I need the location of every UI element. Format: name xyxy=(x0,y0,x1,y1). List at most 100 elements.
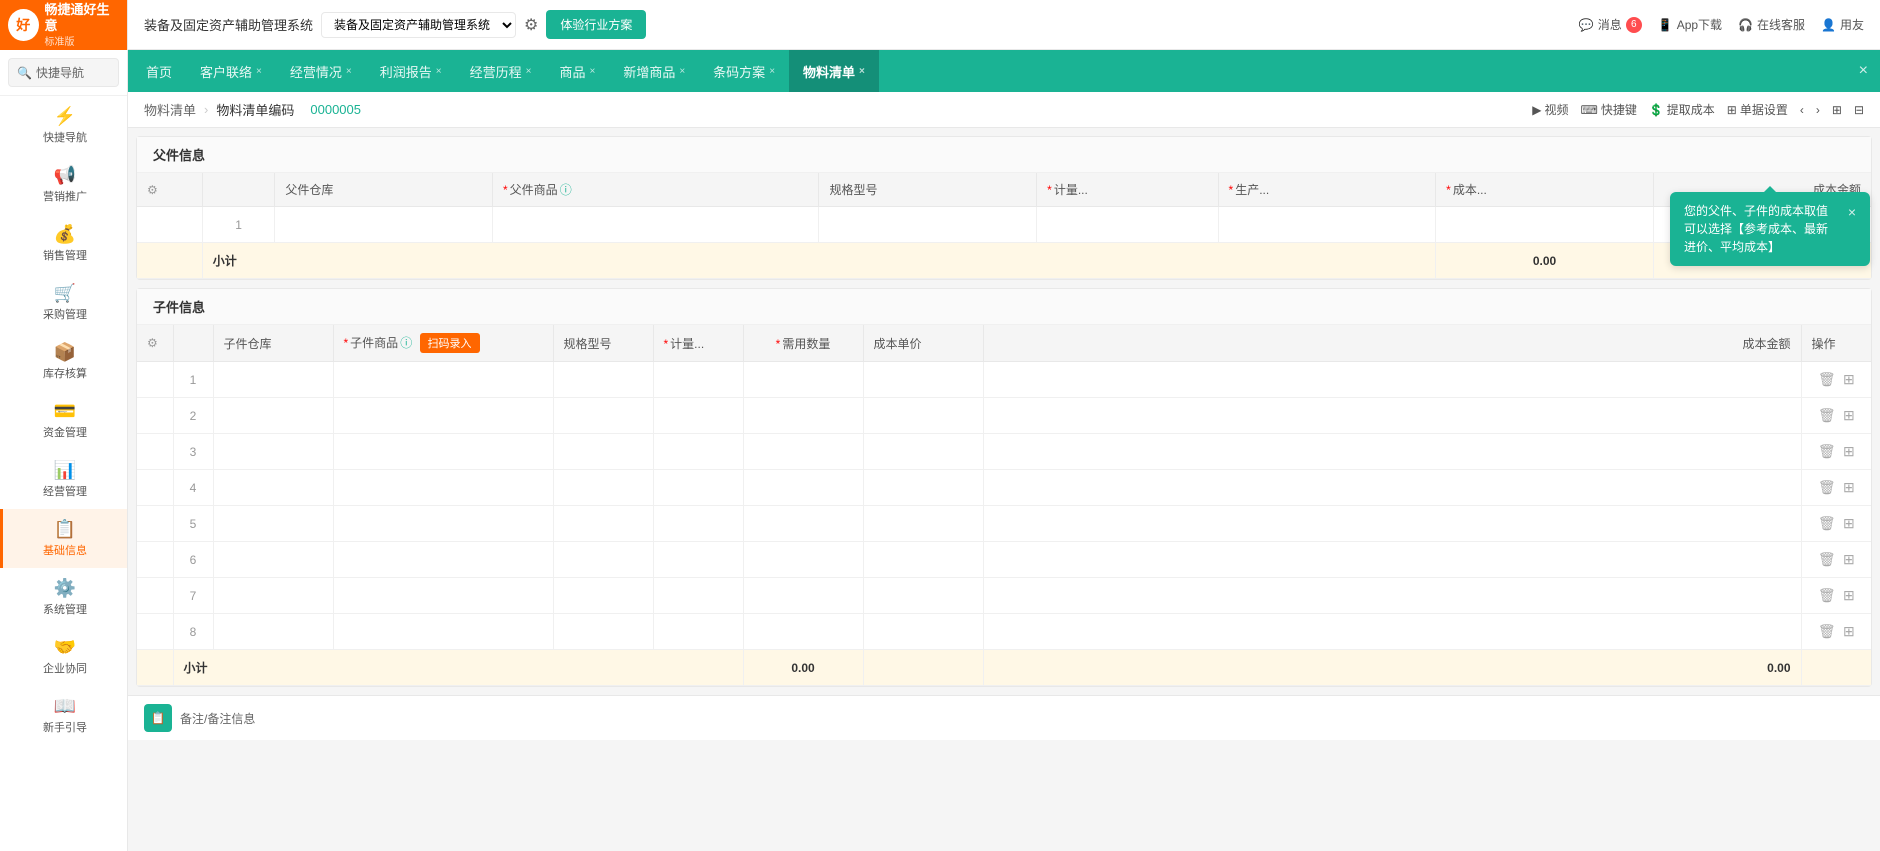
copy-row-button[interactable]: ⊞ xyxy=(1843,587,1855,603)
child-row-goods[interactable] xyxy=(333,506,553,542)
user-avatar[interactable]: 👤 用友 xyxy=(1821,16,1864,33)
parent-row-produce[interactable] xyxy=(1218,207,1436,243)
breadcrumb-bom[interactable]: 物料清单 xyxy=(144,100,196,119)
child-row-warehouse[interactable] xyxy=(213,362,333,398)
view-video-button[interactable]: ▶ 视频 xyxy=(1532,101,1568,118)
child-row-goods[interactable] xyxy=(333,614,553,650)
delete-row-button[interactable]: 🗑 xyxy=(1818,407,1836,423)
delete-row-button[interactable]: 🗑 xyxy=(1818,479,1836,495)
single-settings-button[interactable]: ⊞ 单据设置 xyxy=(1727,101,1788,118)
tab-new-goods[interactable]: 新增商品 × xyxy=(609,50,699,92)
child-row-spec[interactable] xyxy=(553,542,653,578)
sidebar-item-system[interactable]: ⚙️ 系统管理 xyxy=(0,568,127,627)
tab-biz-history[interactable]: 经营历程 × xyxy=(456,50,546,92)
child-row-unit-cost[interactable] xyxy=(863,470,983,506)
child-row-measure[interactable] xyxy=(653,470,743,506)
parent-row-spec[interactable] xyxy=(819,207,1037,243)
grid-view-button[interactable]: ⊞ xyxy=(1832,103,1842,117)
child-row-quantity[interactable] xyxy=(743,434,863,470)
extract-cost-button[interactable]: 💲 提取成本 xyxy=(1649,101,1715,118)
tab-bom[interactable]: 物料清单 × xyxy=(789,50,879,92)
sidebar-item-guide[interactable]: 📖 新手引导 xyxy=(0,686,127,745)
search-button[interactable]: 🔍 快捷导航 xyxy=(8,58,119,87)
child-row-goods[interactable] xyxy=(333,578,553,614)
message-button[interactable]: 💬 消息 6 xyxy=(1579,16,1642,33)
bottom-icon-button[interactable]: 📋 xyxy=(144,704,172,732)
child-row-unit-cost[interactable] xyxy=(863,578,983,614)
tab-operations-close[interactable]: × xyxy=(346,66,352,77)
child-row-unit-cost[interactable] xyxy=(863,614,983,650)
tooltip-close-button[interactable]: × xyxy=(1848,202,1856,223)
copy-row-button[interactable]: ⊞ xyxy=(1843,479,1855,495)
close-all-tabs[interactable]: × xyxy=(1851,62,1876,80)
parent-settings-icon[interactable]: ⚙ xyxy=(147,183,158,197)
delete-row-button[interactable]: 🗑 xyxy=(1818,587,1836,603)
child-row-unit-cost[interactable] xyxy=(863,398,983,434)
experience-button[interactable]: 体验行业方案 xyxy=(546,10,646,39)
child-row-measure[interactable] xyxy=(653,434,743,470)
child-row-goods[interactable] xyxy=(333,470,553,506)
tab-barcode-close[interactable]: × xyxy=(769,66,775,77)
child-row-goods[interactable] xyxy=(333,434,553,470)
tab-profit-close[interactable]: × xyxy=(436,66,442,77)
shortcut-button[interactable]: ⌨ 快捷键 xyxy=(1580,101,1636,118)
child-row-measure[interactable] xyxy=(653,398,743,434)
nav-next-button[interactable]: › xyxy=(1816,103,1820,117)
tab-customer-close[interactable]: × xyxy=(256,66,262,77)
parent-row-warehouse[interactable] xyxy=(275,207,493,243)
sidebar-item-enterprise[interactable]: 🤝 企业协同 xyxy=(0,627,127,686)
child-row-quantity[interactable] xyxy=(743,578,863,614)
child-row-goods[interactable] xyxy=(333,542,553,578)
sidebar-item-sales[interactable]: 💰 销售管理 xyxy=(0,214,127,273)
app-download-button[interactable]: 📱 App下载 xyxy=(1658,16,1722,33)
child-settings-icon[interactable]: ⚙ xyxy=(147,336,158,350)
child-row-spec[interactable] xyxy=(553,362,653,398)
nav-prev-button[interactable]: ‹ xyxy=(1800,103,1804,117)
child-row-spec[interactable] xyxy=(553,470,653,506)
child-row-warehouse[interactable] xyxy=(213,470,333,506)
settings-icon[interactable]: ⚙ xyxy=(524,15,538,35)
tab-profit[interactable]: 利润报告 × xyxy=(366,50,456,92)
child-row-measure[interactable] xyxy=(653,578,743,614)
child-row-warehouse[interactable] xyxy=(213,506,333,542)
system-selector[interactable]: 装备及固定资产辅助管理系统 xyxy=(321,12,516,38)
child-row-unit-cost[interactable] xyxy=(863,542,983,578)
sidebar-item-inventory[interactable]: 📦 库存核算 xyxy=(0,332,127,391)
scan-input-button[interactable]: 扫码录入 xyxy=(420,333,480,353)
delete-row-button[interactable]: 🗑 xyxy=(1818,623,1836,639)
tab-new-goods-close[interactable]: × xyxy=(679,66,685,77)
copy-row-button[interactable]: ⊞ xyxy=(1843,515,1855,531)
copy-row-button[interactable]: ⊞ xyxy=(1843,623,1855,639)
child-row-measure[interactable] xyxy=(653,542,743,578)
sidebar-item-finance[interactable]: 💳 资金管理 xyxy=(0,391,127,450)
child-row-goods[interactable] xyxy=(333,398,553,434)
parent-row-measure[interactable] xyxy=(1037,207,1218,243)
online-service-button[interactable]: 🎧 在线客服 xyxy=(1738,16,1805,33)
child-row-measure[interactable] xyxy=(653,362,743,398)
child-row-quantity[interactable] xyxy=(743,542,863,578)
sidebar-item-basic-info[interactable]: 📋 基础信息 xyxy=(0,509,127,568)
child-row-spec[interactable] xyxy=(553,578,653,614)
child-row-quantity[interactable] xyxy=(743,470,863,506)
delete-row-button[interactable]: 🗑 xyxy=(1818,443,1836,459)
delete-row-button[interactable]: 🗑 xyxy=(1818,551,1836,567)
child-row-unit-cost[interactable] xyxy=(863,434,983,470)
child-row-warehouse[interactable] xyxy=(213,542,333,578)
copy-row-button[interactable]: ⊞ xyxy=(1843,443,1855,459)
tab-operations[interactable]: 经营情况 × xyxy=(276,50,366,92)
sidebar-item-purchase[interactable]: 🛒 采购管理 xyxy=(0,273,127,332)
child-row-unit-cost[interactable] xyxy=(863,362,983,398)
copy-row-button[interactable]: ⊞ xyxy=(1843,551,1855,567)
tab-goods-close[interactable]: × xyxy=(589,66,595,77)
sidebar-item-marketing[interactable]: 📢 营销推广 xyxy=(0,155,127,214)
child-row-goods[interactable] xyxy=(333,362,553,398)
sidebar-search[interactable]: 🔍 快捷导航 xyxy=(0,50,127,96)
tab-bom-close[interactable]: × xyxy=(859,66,865,77)
tab-home[interactable]: 首页 xyxy=(132,50,186,92)
sidebar-item-quick-nav[interactable]: ⚡ 快捷导航 xyxy=(0,96,127,155)
child-row-spec[interactable] xyxy=(553,434,653,470)
delete-row-button[interactable]: 🗑 xyxy=(1818,371,1836,387)
child-row-measure[interactable] xyxy=(653,614,743,650)
child-row-quantity[interactable] xyxy=(743,506,863,542)
parent-row-goods[interactable] xyxy=(493,207,819,243)
